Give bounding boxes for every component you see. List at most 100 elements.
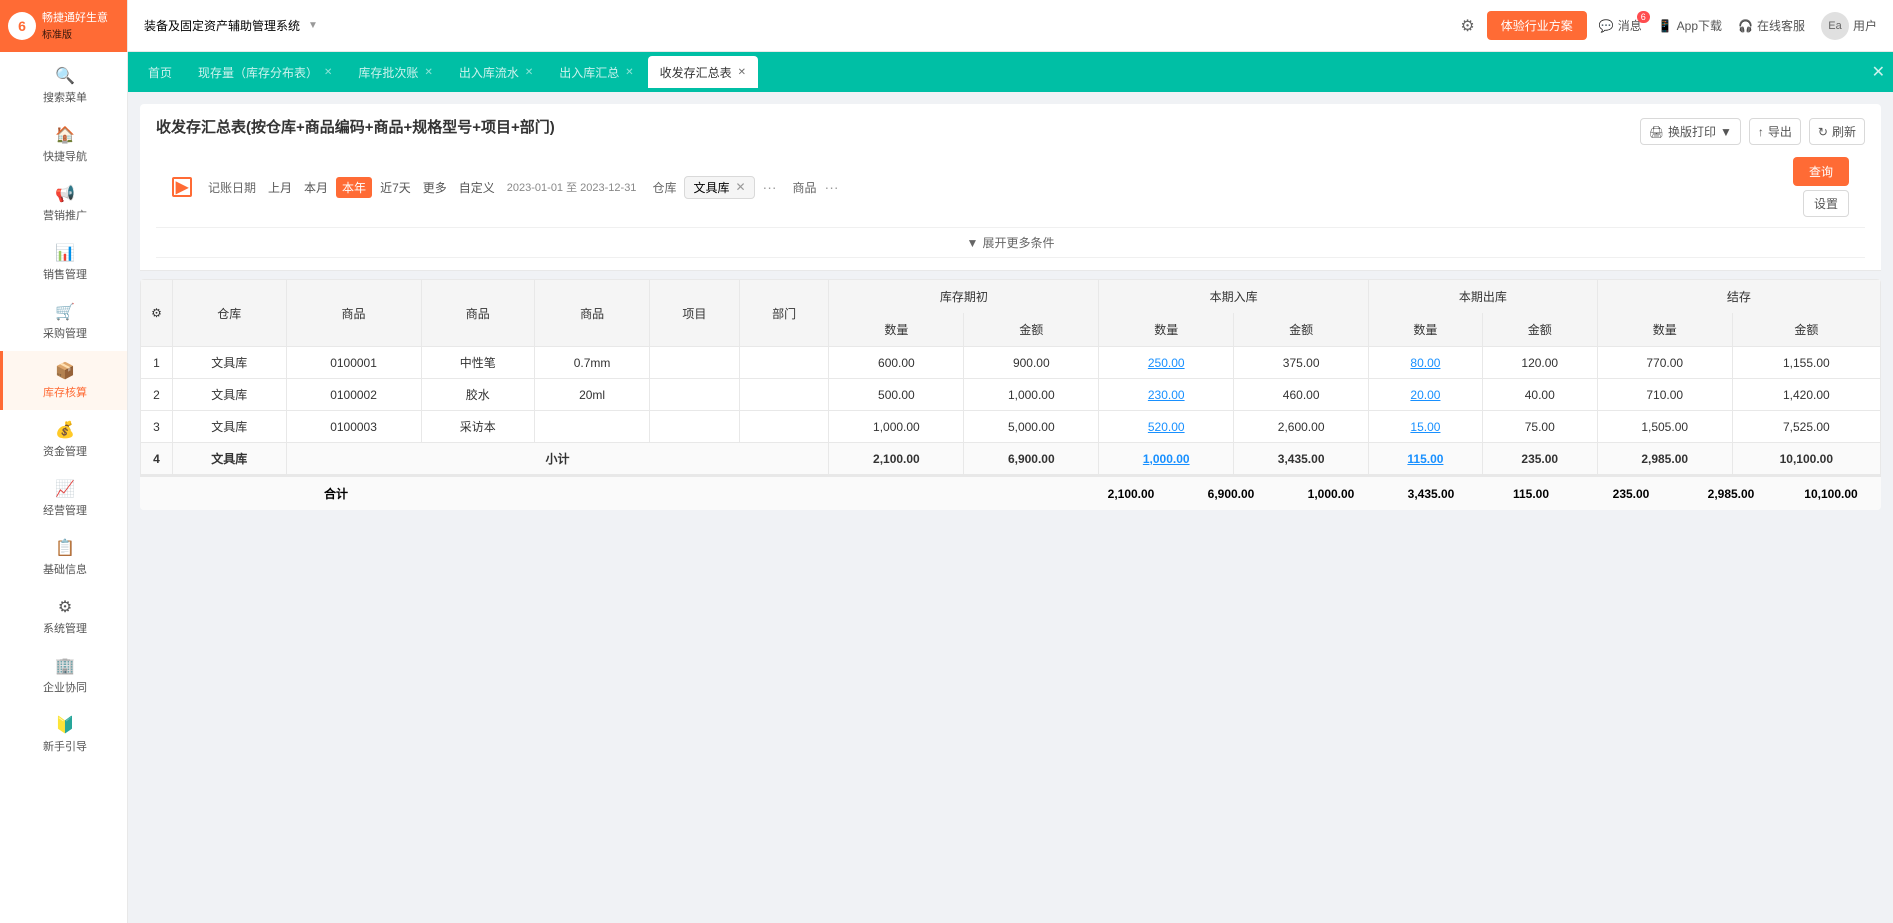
sidebar-label-enterprise: 企业协同 bbox=[43, 679, 87, 695]
product-filter-section: 商品 ··· bbox=[793, 179, 839, 196]
print-btn[interactable]: 🖨 换版打印 ▼ bbox=[1640, 118, 1741, 145]
cell-warehouse: 文具库 bbox=[173, 379, 287, 411]
cell-product-spec bbox=[535, 411, 650, 443]
tab-inventory-dist[interactable]: 现存量（库存分布表） ✕ bbox=[186, 56, 344, 88]
tab-in-out-summary-close[interactable]: ✕ bbox=[625, 67, 633, 78]
cell-in-qty[interactable]: 250.00 bbox=[1099, 347, 1234, 379]
tab-in-out-flow-label: 出入库流水 bbox=[459, 64, 519, 81]
sidebar-item-operations[interactable]: 📈经营管理 bbox=[0, 469, 127, 528]
logo-sub: 标准版 bbox=[42, 26, 108, 41]
export-label: 导出 bbox=[1768, 123, 1792, 140]
cell-in-qty[interactable]: 230.00 bbox=[1099, 379, 1234, 411]
cell-in-amt: 2,600.00 bbox=[1234, 411, 1369, 443]
warehouse-dots[interactable]: ··· bbox=[763, 179, 777, 195]
filter-expand-btn[interactable]: ▶ bbox=[172, 177, 192, 197]
main-content: 装备及固定资产辅助管理系统 ▼ ⚙ 体验行业方案 💬 消息 6 📱 App下载 … bbox=[128, 0, 1893, 923]
sidebar-item-guide[interactable]: 🔰新手引导 bbox=[0, 705, 127, 764]
sidebar-icon-inventory: 📦 bbox=[55, 361, 75, 381]
date-btn-this-year[interactable]: 本年 bbox=[336, 177, 372, 198]
topbar: 装备及固定资产辅助管理系统 ▼ ⚙ 体验行业方案 💬 消息 6 📱 App下载 … bbox=[128, 0, 1893, 52]
subtotal-no: 4 bbox=[141, 443, 173, 475]
sidebar-icon-marketing: 📢 bbox=[55, 184, 75, 204]
sidebar-item-sales[interactable]: 📊销售管理 bbox=[0, 233, 127, 292]
sidebar-item-quick-nav[interactable]: 🏠快捷导航 bbox=[0, 115, 127, 174]
tab-batch-ledger[interactable]: 库存批次账 ✕ bbox=[346, 56, 444, 88]
subtotal-in-qty[interactable]: 1,000.00 bbox=[1099, 443, 1234, 475]
tab-receipt-summary-close[interactable]: ✕ bbox=[738, 67, 746, 78]
cell-out-qty[interactable]: 15.00 bbox=[1369, 411, 1483, 443]
expand-more-btn[interactable]: ▼ 展开更多条件 bbox=[967, 234, 1055, 251]
cell-out-qty[interactable]: 20.00 bbox=[1369, 379, 1483, 411]
sidebar-item-purchase[interactable]: 🛒采购管理 bbox=[0, 292, 127, 351]
th-out-qty: 数量 bbox=[1369, 313, 1483, 347]
sidebar-item-basic-info[interactable]: 📋基础信息 bbox=[0, 528, 127, 587]
subtotal-label: 小计 bbox=[286, 443, 829, 475]
export-btn[interactable]: ↑ 导出 bbox=[1749, 118, 1801, 145]
headset-icon: 🎧 bbox=[1738, 19, 1753, 33]
tab-in-out-flow[interactable]: 出入库流水 ✕ bbox=[447, 56, 545, 88]
tab-home-label: 首页 bbox=[148, 64, 172, 81]
date-btn-7days[interactable]: 近7天 bbox=[376, 177, 415, 198]
app-download-label: App下载 bbox=[1677, 17, 1722, 34]
tab-close-all-btn[interactable]: ✕ bbox=[1872, 62, 1885, 82]
warehouse-tag[interactable]: 文具库 ✕ bbox=[684, 176, 754, 199]
gear-icon[interactable]: ⚙ bbox=[1460, 16, 1474, 36]
warehouse-tag-close[interactable]: ✕ bbox=[735, 180, 745, 194]
refresh-btn[interactable]: ↻ 刷新 bbox=[1809, 118, 1865, 145]
sidebar-label-finance: 资金管理 bbox=[43, 443, 87, 459]
cell-in-amt: 460.00 bbox=[1234, 379, 1369, 411]
trial-btn[interactable]: 体验行业方案 bbox=[1487, 11, 1587, 40]
query-btn[interactable]: 查询 bbox=[1793, 157, 1849, 186]
cell-close-qty: 710.00 bbox=[1597, 379, 1732, 411]
date-btn-custom[interactable]: 自定义 bbox=[455, 177, 499, 198]
footer-out-qty: 115.00 bbox=[1481, 487, 1581, 501]
app-download-btn[interactable]: 📱 App下载 bbox=[1658, 17, 1722, 34]
online-service-btn[interactable]: 🎧 在线客服 bbox=[1738, 17, 1805, 34]
product-dots[interactable]: ··· bbox=[825, 179, 839, 195]
tab-in-out-summary[interactable]: 出入库汇总 ✕ bbox=[547, 56, 645, 88]
sidebar-item-inventory[interactable]: 📦库存核算 bbox=[0, 351, 127, 410]
sidebar-icon-purchase: 🛒 bbox=[55, 302, 75, 322]
sidebar-item-marketing[interactable]: 📢营销推广 bbox=[0, 174, 127, 233]
cell-open-qty: 600.00 bbox=[829, 347, 964, 379]
message-btn[interactable]: 💬 消息 6 bbox=[1599, 17, 1642, 34]
sidebar-item-finance[interactable]: 💰资金管理 bbox=[0, 410, 127, 469]
th-in-amt: 金额 bbox=[1234, 313, 1369, 347]
cell-product-code: 0100001 bbox=[286, 347, 421, 379]
message-badge: 6 bbox=[1637, 11, 1650, 23]
user-btn[interactable]: Ea 用户 bbox=[1821, 12, 1877, 40]
th-settings[interactable]: ⚙ bbox=[141, 280, 173, 347]
th-opening-group: 库存期初 bbox=[829, 280, 1099, 314]
date-btn-last-month[interactable]: 上月 bbox=[264, 177, 296, 198]
cell-out-amt: 75.00 bbox=[1482, 411, 1597, 443]
th-out-group: 本期出库 bbox=[1369, 280, 1598, 314]
cell-dept bbox=[739, 379, 829, 411]
sidebar-item-system[interactable]: ⚙系统管理 bbox=[0, 587, 127, 646]
cell-product-name: 中性笔 bbox=[421, 347, 535, 379]
phone-icon: 📱 bbox=[1658, 19, 1673, 33]
date-btn-this-month[interactable]: 本月 bbox=[300, 177, 332, 198]
sidebar-logo: 6 畅捷通好生意 标准版 bbox=[0, 0, 127, 52]
cell-in-qty[interactable]: 520.00 bbox=[1099, 411, 1234, 443]
subtotal-out-qty[interactable]: 115.00 bbox=[1369, 443, 1483, 475]
date-filter-section: 记账日期 上月 本月 本年 近7天 更多 自定义 2023-01-01 至 20… bbox=[208, 177, 636, 198]
tab-receipt-summary[interactable]: 收发存汇总表 ✕ bbox=[648, 56, 758, 88]
system-name: 装备及固定资产辅助管理系统 bbox=[144, 17, 300, 34]
sidebar-item-search[interactable]: 🔍搜索菜单 bbox=[0, 56, 127, 115]
table-footer: 合计 2,100.00 6,900.00 1,000.00 3,435.00 1… bbox=[140, 475, 1881, 510]
cell-out-qty[interactable]: 80.00 bbox=[1369, 347, 1483, 379]
tab-home[interactable]: 首页 bbox=[136, 56, 184, 88]
tab-inventory-dist-close[interactable]: ✕ bbox=[324, 67, 332, 78]
warehouse-tag-text: 文具库 bbox=[693, 179, 729, 196]
tab-in-out-flow-close[interactable]: ✕ bbox=[525, 67, 533, 78]
footer-in-qty: 1,000.00 bbox=[1281, 487, 1381, 501]
filter-settings-btn[interactable]: 设置 bbox=[1803, 190, 1849, 217]
date-btn-more[interactable]: 更多 bbox=[419, 177, 451, 198]
sidebar-item-enterprise[interactable]: 🏢企业协同 bbox=[0, 646, 127, 705]
refresh-icon: ↻ bbox=[1818, 125, 1828, 139]
subtotal-open-amt: 6,900.00 bbox=[964, 443, 1099, 475]
tab-batch-ledger-close[interactable]: ✕ bbox=[424, 67, 432, 78]
footer-open-amt: 6,900.00 bbox=[1181, 487, 1281, 501]
system-dropdown-icon[interactable]: ▼ bbox=[308, 20, 318, 31]
subtotal-close-qty: 2,985.00 bbox=[1597, 443, 1732, 475]
